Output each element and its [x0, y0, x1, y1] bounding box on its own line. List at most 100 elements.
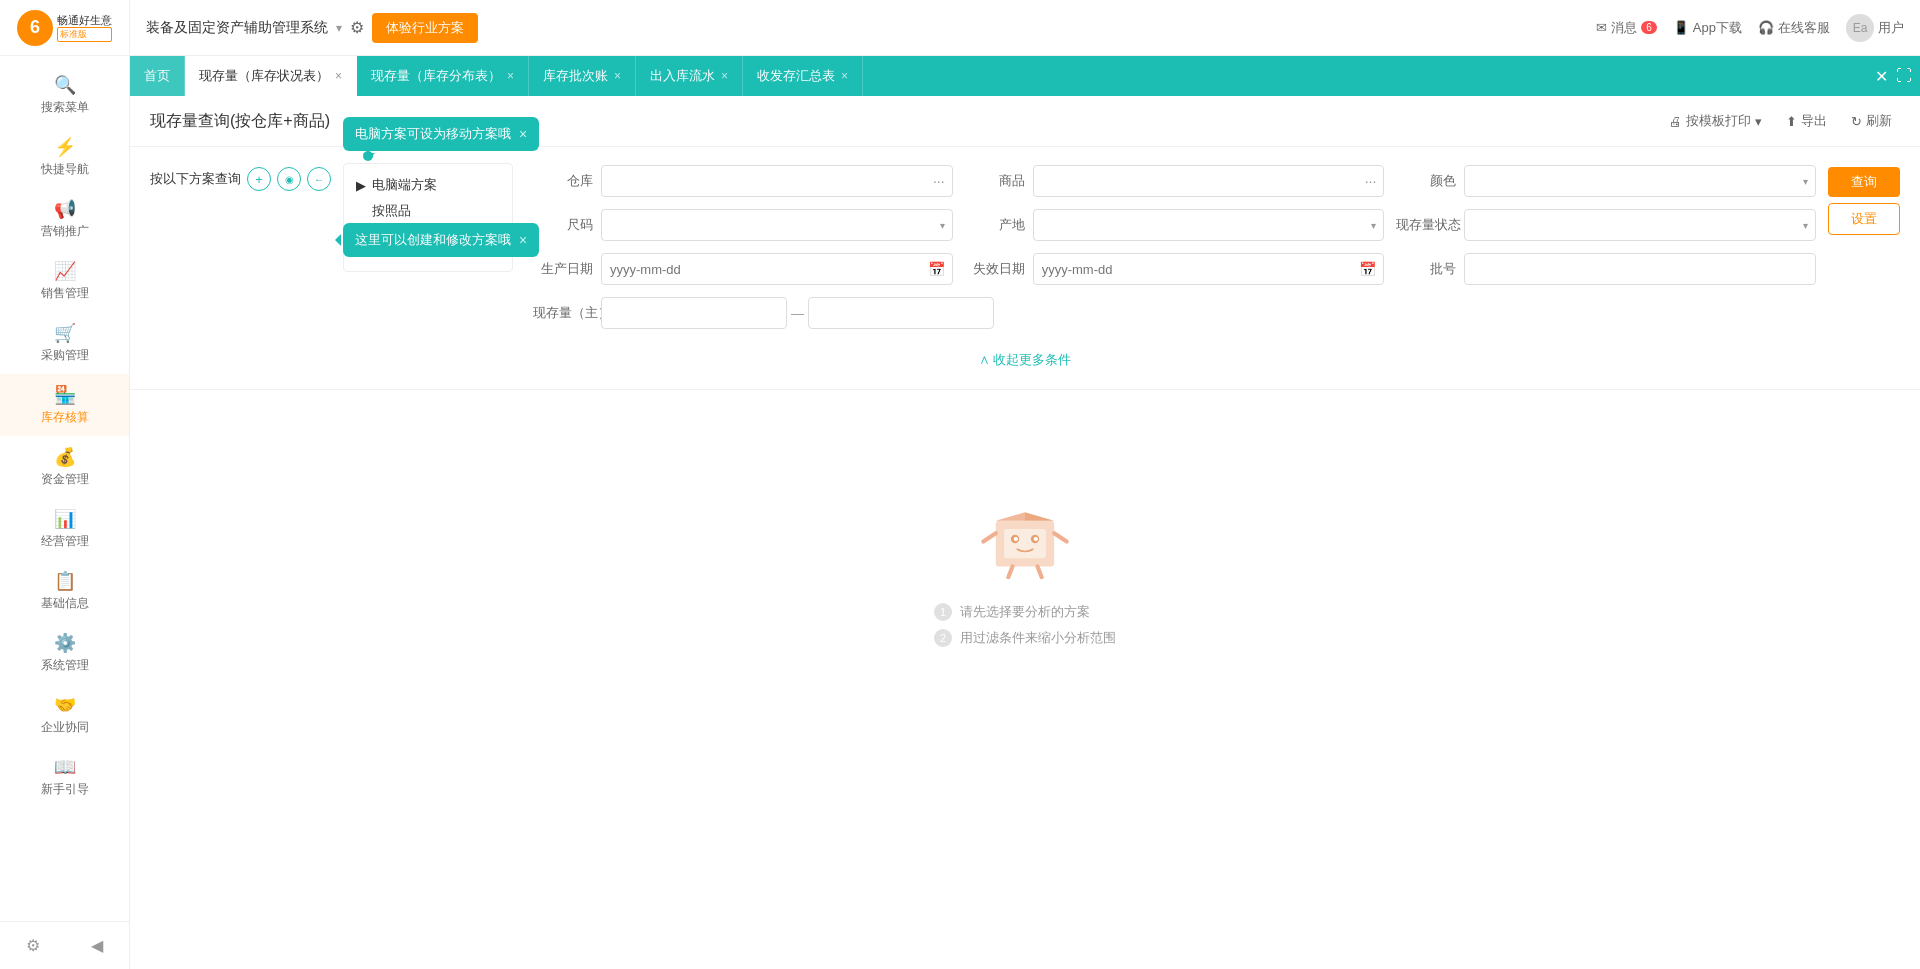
tab-inout-flow[interactable]: 出入库流水 ×: [636, 56, 743, 96]
warehouse-dots-icon: ···: [933, 173, 945, 189]
tip-num-1: 1: [934, 603, 952, 621]
tab-close-receive-summary[interactable]: ×: [841, 69, 848, 83]
header-app-download[interactable]: 📱 App下载: [1673, 19, 1742, 37]
header-online-support[interactable]: 🎧 在线客服: [1758, 19, 1830, 37]
reset-button[interactable]: 设置: [1828, 203, 1900, 235]
sidebar-item-base[interactable]: 📋 基础信息: [0, 560, 129, 622]
settings-bottom-btn[interactable]: ⚙: [22, 932, 44, 959]
sidebar-item-system[interactable]: ⚙️ 系统管理: [0, 622, 129, 684]
user-avatar: Ea: [1846, 14, 1874, 42]
tab-inventory-dist[interactable]: 现存量（库存分布表） ×: [357, 56, 529, 96]
operations-nav-icon: 📊: [54, 508, 76, 530]
expiry-date-calendar-icon[interactable]: 📅: [1359, 261, 1376, 277]
empty-state: 1 请先选择要分析的方案 2 用过滤条件来缩小分析范围: [130, 390, 1920, 740]
sidebar-item-finance[interactable]: 💰 资金管理: [0, 436, 129, 498]
color-select[interactable]: [1464, 165, 1816, 197]
stock-main-to-input[interactable]: [808, 297, 994, 329]
header-user[interactable]: Ea 用户: [1846, 14, 1904, 42]
tab-inventory-status[interactable]: 现存量（库存状况表） ×: [185, 56, 357, 96]
arrow-scheme-button[interactable]: ←: [307, 167, 331, 191]
pc-scheme-child[interactable]: 按照品: [372, 198, 500, 224]
tab-fullscreen-icon[interactable]: ⛶: [1896, 67, 1912, 85]
exp-industry-button[interactable]: 体验行业方案: [372, 13, 478, 43]
color-label: 颜色: [1396, 172, 1456, 190]
origin-select[interactable]: [1033, 209, 1385, 241]
page-actions: 🖨 按模板打印 ▾ ⬆ 导出 ↻ 刷新: [1661, 108, 1900, 134]
svg-line-8: [983, 533, 996, 541]
sidebar-item-sales[interactable]: 📈 销售管理: [0, 250, 129, 312]
tab-close-inout-flow[interactable]: ×: [721, 69, 728, 83]
sidebar-item-marketing[interactable]: 📢 营销推广: [0, 188, 129, 250]
header: 装备及固定资产辅助管理系统 ▾ ⚙ 体验行业方案 ✉ 消息 6 📱 App下载 …: [130, 0, 1920, 56]
goods-input[interactable]: [1033, 165, 1385, 197]
pc-scheme-row[interactable]: ▶ 电脑端方案: [356, 172, 500, 198]
tab-close-all-icon[interactable]: ✕: [1875, 67, 1888, 86]
tab-home[interactable]: 首页: [130, 56, 185, 96]
filter-goods: 商品 ···: [965, 163, 1385, 199]
search-button[interactable]: 查询: [1828, 167, 1900, 197]
header-message[interactable]: ✉ 消息 6: [1596, 19, 1657, 37]
svg-point-7: [1034, 537, 1038, 541]
filter-production-date: 生产日期 📅: [533, 251, 953, 287]
filter-label: 按以下方案查询: [150, 170, 241, 188]
sidebar-bottom: ⚙ ◀: [0, 921, 129, 969]
svg-point-6: [1014, 537, 1018, 541]
tab-receive-summary[interactable]: 收发存汇总表 ×: [743, 56, 863, 96]
production-date-label: 生产日期: [533, 260, 593, 278]
sidebar-item-enterprise[interactable]: 🤝 企业协同: [0, 684, 129, 746]
tab-close-inventory-dist[interactable]: ×: [507, 69, 514, 83]
refresh-button[interactable]: ↻ 刷新: [1843, 108, 1900, 134]
header-dropdown-arrow[interactable]: ▾: [336, 21, 342, 35]
sidebar-item-search[interactable]: 🔍 搜索菜单: [0, 64, 129, 126]
header-left: 装备及固定资产辅助管理系统 ▾ ⚙ 体验行业方案: [146, 13, 478, 43]
newbie-nav-icon: 📖: [54, 756, 76, 778]
origin-label: 产地: [965, 216, 1025, 234]
inventory-nav-icon: 🏪: [54, 384, 76, 406]
production-date-calendar-icon[interactable]: 📅: [928, 261, 945, 277]
pc-scheme-label: 电脑端方案: [372, 176, 437, 194]
svg-marker-2: [1025, 512, 1054, 520]
brand-name: 畅通好生意: [57, 13, 112, 27]
main-content: 现存量查询(按仓库+商品) 🖨 按模板打印 ▾ ⬆ 导出 ↻ 刷新 按以下方案查…: [130, 96, 1920, 969]
size-select[interactable]: [601, 209, 953, 241]
sidebar-item-operations[interactable]: 📊 经营管理: [0, 498, 129, 560]
warehouse-label: 仓库: [533, 172, 593, 190]
batch-no-label: 批号: [1396, 260, 1456, 278]
tab-batch-ledger[interactable]: 库存批次账 ×: [529, 56, 636, 96]
mobile-icon: 📱: [1673, 20, 1689, 35]
sidebar-item-purchase[interactable]: 🛒 采购管理: [0, 312, 129, 374]
finance-nav-icon: 💰: [54, 446, 76, 468]
print-button[interactable]: 🖨 按模板打印 ▾: [1661, 108, 1770, 134]
tabs-actions: ✕ ⛶: [1867, 56, 1920, 96]
sidebar-item-newbie[interactable]: 📖 新手引导: [0, 746, 129, 808]
stock-main-label: 现存量（主）: [533, 304, 593, 322]
empty-tip-2: 2 用过滤条件来缩小分析范围: [934, 625, 1116, 651]
filter-stock-status: 现存量状态 ▾: [1396, 207, 1816, 243]
warehouse-input[interactable]: [601, 165, 953, 197]
stock-status-select[interactable]: [1464, 209, 1816, 241]
tab-close-inventory-status[interactable]: ×: [335, 69, 342, 83]
add-scheme-button[interactable]: +: [247, 167, 271, 191]
sidebar-item-inventory[interactable]: 🏪 库存核算: [0, 374, 129, 436]
header-system-name: 装备及固定资产辅助管理系统: [146, 19, 328, 37]
tooltip1-close[interactable]: ×: [519, 126, 527, 142]
tip-num-2: 2: [934, 629, 952, 647]
tooltip2-close[interactable]: ×: [519, 232, 527, 248]
export-button[interactable]: ⬆ 导出: [1778, 108, 1835, 134]
marketing-nav-icon: 📢: [54, 198, 76, 220]
tab-close-batch-ledger[interactable]: ×: [614, 69, 621, 83]
filter-warehouse: 仓库 ···: [533, 163, 953, 199]
batch-no-input[interactable]: [1464, 253, 1816, 285]
collapse-filter-button[interactable]: ∧ 收起更多条件: [975, 347, 1076, 373]
stock-main-from-input[interactable]: [601, 297, 787, 329]
expiry-date-input[interactable]: [1033, 253, 1385, 285]
sidebar-item-guide[interactable]: ⚡ 快捷导航: [0, 126, 129, 188]
headset-icon: 🎧: [1758, 20, 1774, 35]
empty-tips: 1 请先选择要分析的方案 2 用过滤条件来缩小分析范围: [934, 599, 1116, 651]
collapse-sidebar-btn[interactable]: ◀: [87, 932, 107, 959]
edit-scheme-button[interactable]: ◉: [277, 167, 301, 191]
production-date-input[interactable]: [601, 253, 953, 285]
filter-area: 按以下方案查询 + ◉ ← ▶ 电脑端方案 按照品: [130, 147, 1920, 390]
header-settings-icon[interactable]: ⚙: [350, 18, 364, 37]
svg-rect-3: [1004, 529, 1046, 558]
